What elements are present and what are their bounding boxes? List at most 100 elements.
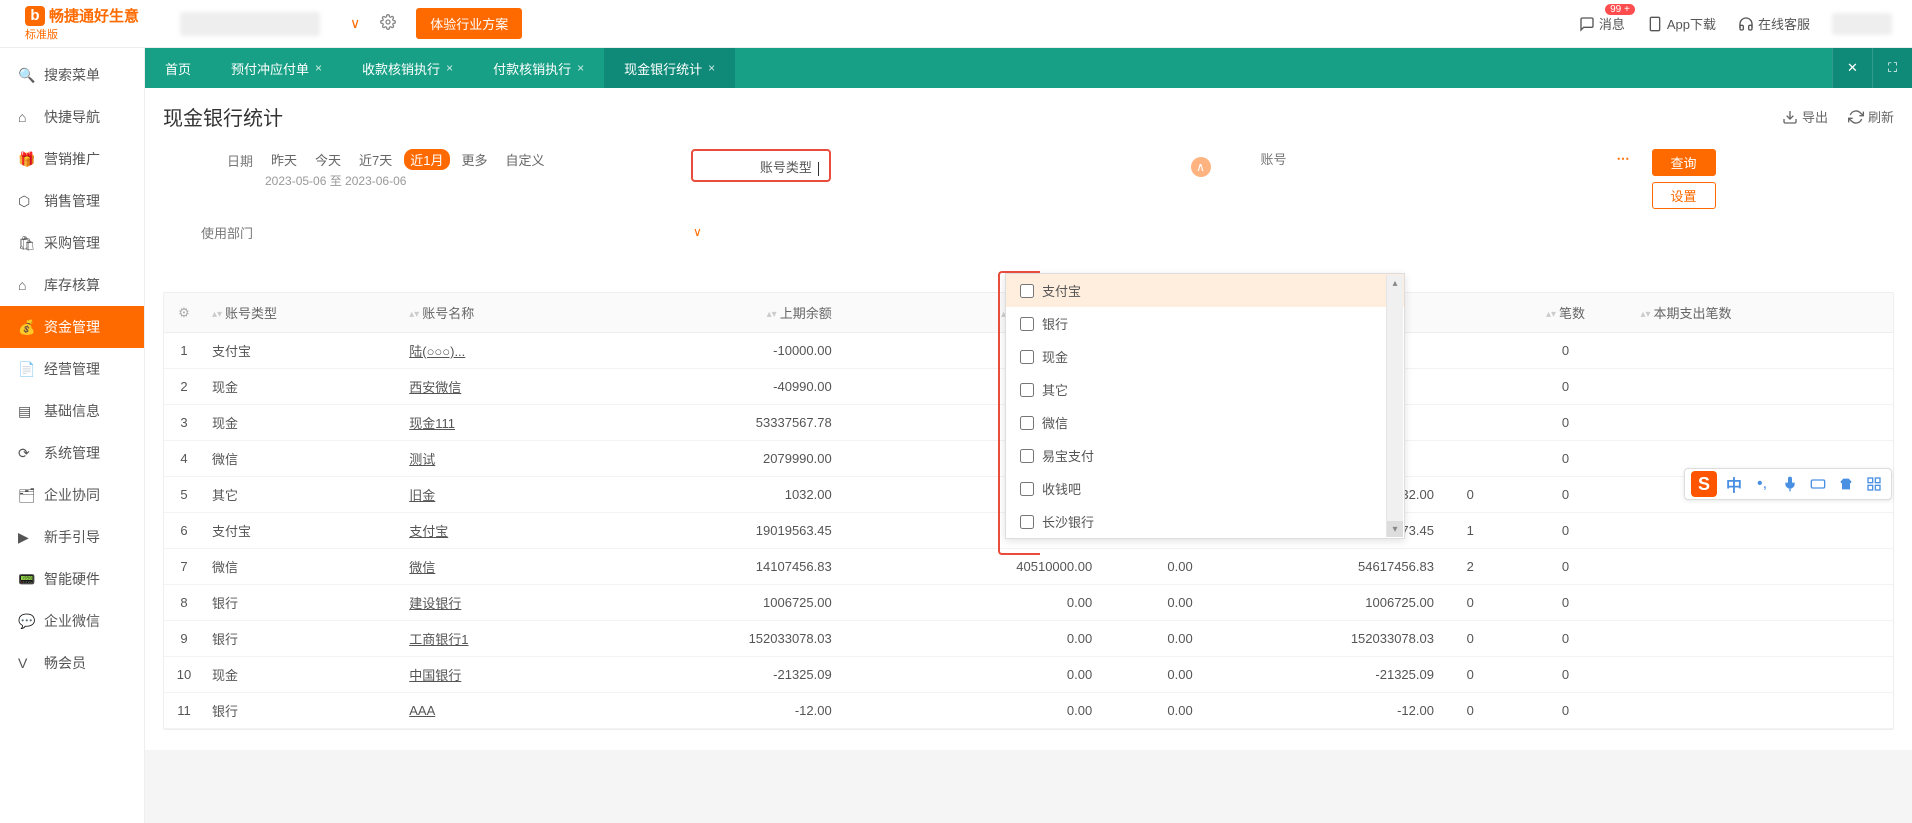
sogou-ime-icon[interactable]: S: [1691, 471, 1717, 497]
column-header[interactable]: ▴▾本期支出笔数: [1632, 293, 1893, 333]
account-type-option[interactable]: 其它: [1006, 373, 1404, 406]
online-service-link[interactable]: 在线客服: [1738, 14, 1810, 33]
tab-expand[interactable]: ⛶: [1872, 48, 1912, 88]
account-name-link[interactable]: 支付宝: [409, 524, 448, 539]
sort-icon[interactable]: ▴▾: [1546, 312, 1556, 318]
account-type-option[interactable]: 易宝支付: [1006, 439, 1404, 472]
department-dropdown-icon[interactable]: ∨: [693, 225, 702, 239]
sidebar-item-9[interactable]: ⟳系统管理: [0, 432, 144, 474]
account-name-link[interactable]: 西安微信: [409, 380, 461, 395]
tab-close-icon[interactable]: ×: [446, 61, 453, 75]
date-opt-昨天[interactable]: 昨天: [265, 149, 303, 170]
sidebar-item-10[interactable]: 🗂企业协同: [0, 474, 144, 516]
sort-icon[interactable]: ▴▾: [409, 312, 419, 318]
date-opt-更多[interactable]: 更多: [456, 149, 494, 170]
table-settings-icon[interactable]: ⚙: [178, 305, 190, 320]
column-header[interactable]: ▴▾笔数: [1499, 293, 1633, 333]
option-checkbox[interactable]: [1020, 284, 1034, 298]
ime-lang-icon[interactable]: 中: [1723, 473, 1745, 495]
filter-settings-button[interactable]: 设置: [1652, 182, 1716, 209]
sidebar-item-4[interactable]: 🛍采购管理: [0, 222, 144, 264]
export-button[interactable]: 导出: [1782, 107, 1828, 126]
column-header[interactable]: ▴▾上期余额: [598, 293, 839, 333]
app-download-link[interactable]: App下载: [1647, 14, 1716, 33]
column-header[interactable]: ▴▾账号类型: [204, 293, 401, 333]
date-opt-近1月[interactable]: 近1月: [404, 149, 449, 170]
sidebar-item-0[interactable]: 🔍搜索菜单: [0, 54, 144, 96]
account-type-option[interactable]: 长沙银行: [1006, 505, 1404, 538]
sort-icon[interactable]: ▴▾: [767, 312, 777, 318]
sidebar-item-2[interactable]: 🎁营销推广: [0, 138, 144, 180]
date-opt-近7天[interactable]: 近7天: [353, 149, 398, 170]
account-type-option[interactable]: 收钱吧: [1006, 472, 1404, 505]
tab-1[interactable]: 预付冲应付单×: [211, 48, 342, 88]
ime-toolbar[interactable]: S 中 •,: [1684, 468, 1892, 500]
ime-toolbox-icon[interactable]: [1863, 473, 1885, 495]
option-checkbox[interactable]: [1020, 482, 1034, 496]
tab-3[interactable]: 付款核销执行×: [473, 48, 604, 88]
sidebar-item-5[interactable]: ⌂库存核算: [0, 264, 144, 306]
tab-close-icon[interactable]: ×: [315, 61, 322, 75]
sidebar-item-label: 新手引导: [44, 527, 100, 547]
trial-industry-button[interactable]: 体验行业方案: [416, 8, 522, 39]
sidebar-item-8[interactable]: ▤基础信息: [0, 390, 144, 432]
sidebar-item-3[interactable]: ⬡销售管理: [0, 180, 144, 222]
sidebar-item-7[interactable]: 📄经营管理: [0, 348, 144, 390]
scroll-down-icon[interactable]: ▾: [1387, 521, 1403, 537]
account-name-link[interactable]: 陆(○○○)...: [409, 344, 465, 359]
query-button[interactable]: 查询: [1652, 149, 1716, 176]
user-name-blur: [1832, 13, 1892, 35]
sidebar-item-11[interactable]: ▶新手引导: [0, 516, 144, 558]
option-checkbox[interactable]: [1020, 515, 1034, 529]
account-name-link[interactable]: 微信: [409, 560, 435, 575]
sidebar-item-13[interactable]: 💬企业微信: [0, 600, 144, 642]
account-type-option[interactable]: 现金: [1006, 340, 1404, 373]
column-header[interactable]: [1442, 293, 1499, 333]
sidebar-item-12[interactable]: 📟智能硬件: [0, 558, 144, 600]
account-name-link[interactable]: 测试: [409, 452, 435, 467]
account-type-option[interactable]: 微信: [1006, 406, 1404, 439]
column-header[interactable]: ⚙: [164, 293, 204, 333]
sort-icon[interactable]: ▴▾: [1640, 312, 1650, 318]
scroll-up-icon[interactable]: ▴: [1387, 275, 1403, 291]
account-name-link[interactable]: 现金111: [409, 416, 455, 431]
tab-close-icon[interactable]: ×: [708, 61, 715, 75]
column-header[interactable]: ▴▾账号名称: [401, 293, 598, 333]
account-type-dropdown[interactable]: 支付宝银行现金其它微信易宝支付收钱吧长沙银行 ▴ ▾: [1005, 273, 1405, 539]
account-name-link[interactable]: 中国银行: [409, 668, 461, 683]
ime-skin-icon[interactable]: [1835, 473, 1857, 495]
option-checkbox[interactable]: [1020, 383, 1034, 397]
tab-0[interactable]: 首页: [145, 48, 211, 88]
sidebar-item-6[interactable]: 💰资金管理: [0, 306, 144, 348]
option-checkbox[interactable]: [1020, 317, 1034, 331]
account-name-link[interactable]: 建设银行: [409, 596, 461, 611]
settings-gear-icon[interactable]: [380, 14, 396, 33]
ime-keyboard-icon[interactable]: [1807, 473, 1829, 495]
refresh-button[interactable]: 刷新: [1848, 107, 1894, 126]
tab-close-current[interactable]: ✕: [1832, 48, 1872, 88]
collapse-filters-icon[interactable]: ∧: [1191, 157, 1211, 177]
option-checkbox[interactable]: [1020, 416, 1034, 430]
tab-close-icon[interactable]: ×: [577, 61, 584, 75]
dropdown-scrollbar[interactable]: ▴ ▾: [1386, 275, 1403, 537]
refresh-icon: [1848, 109, 1864, 125]
ime-punct-icon[interactable]: •,: [1751, 473, 1773, 495]
account-name-link[interactable]: AAA: [409, 703, 435, 718]
date-opt-自定义[interactable]: 自定义: [500, 149, 551, 170]
account-name-link[interactable]: 旧金: [409, 488, 435, 503]
tab-4[interactable]: 现金银行统计×: [604, 48, 735, 88]
company-dropdown-icon[interactable]: ∨: [350, 15, 360, 32]
account-type-option[interactable]: 银行: [1006, 307, 1404, 340]
sidebar-item-14[interactable]: V畅会员: [0, 642, 144, 684]
date-opt-今天[interactable]: 今天: [309, 149, 347, 170]
option-checkbox[interactable]: [1020, 350, 1034, 364]
ime-voice-icon[interactable]: [1779, 473, 1801, 495]
account-more-button[interactable]: ⋯: [1617, 151, 1632, 167]
account-type-option[interactable]: 支付宝: [1006, 274, 1404, 307]
messages-link[interactable]: 消息 99 +: [1579, 14, 1625, 33]
sort-icon[interactable]: ▴▾: [212, 312, 222, 318]
sidebar-item-1[interactable]: ⌂快捷导航: [0, 96, 144, 138]
tab-2[interactable]: 收款核销执行×: [342, 48, 473, 88]
account-name-link[interactable]: 工商银行1: [409, 632, 468, 647]
option-checkbox[interactable]: [1020, 449, 1034, 463]
